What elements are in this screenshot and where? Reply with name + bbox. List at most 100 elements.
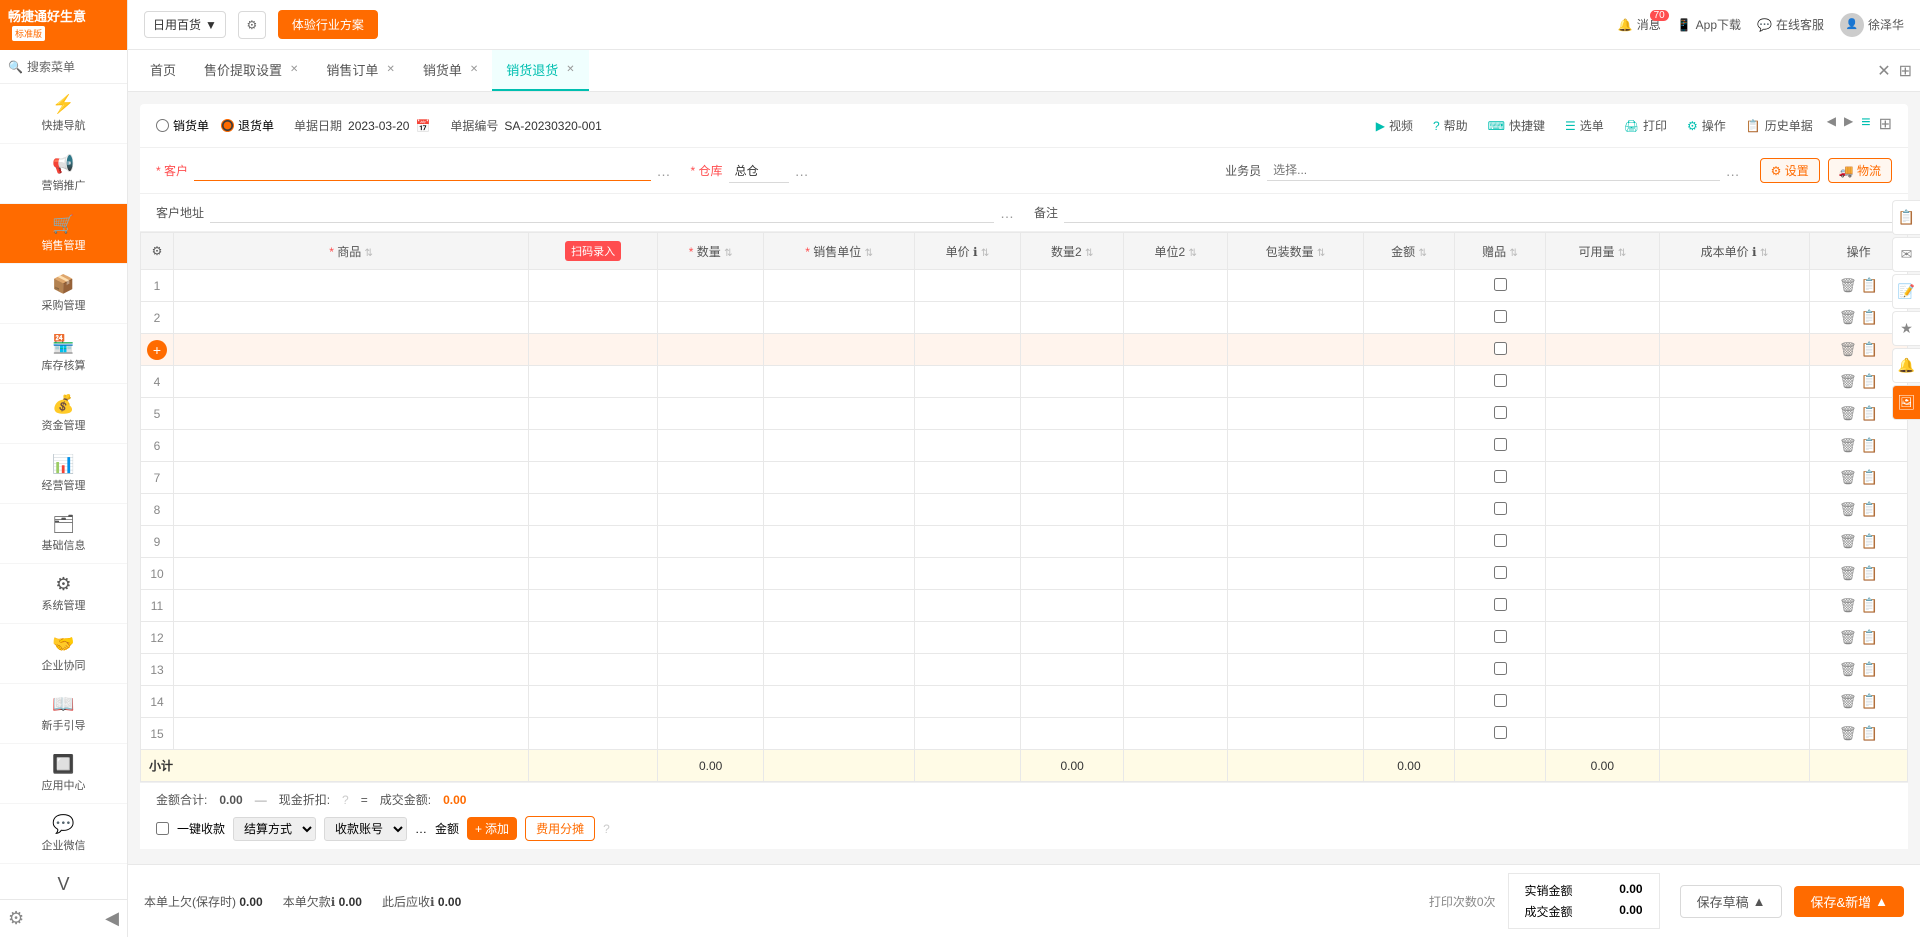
tab-sales-order-close[interactable]: ✕ xyxy=(386,64,394,75)
pack-qty-cell[interactable] xyxy=(1227,302,1363,334)
gift-checkbox[interactable] xyxy=(1494,694,1507,707)
qty2-cell[interactable] xyxy=(1020,526,1124,558)
pack-qty-cell[interactable] xyxy=(1227,430,1363,462)
sale-radio[interactable]: 销货单 xyxy=(156,117,209,134)
tab-close-all-icon[interactable]: ✕ xyxy=(1877,61,1890,81)
gift-checkbox[interactable] xyxy=(1494,470,1507,483)
qty2-cell[interactable] xyxy=(1020,462,1124,494)
unit-cell[interactable] xyxy=(764,430,915,462)
price-cell[interactable] xyxy=(915,334,1021,366)
pack-qty-cell[interactable] xyxy=(1227,590,1363,622)
tab-return-close[interactable]: ✕ xyxy=(566,64,574,75)
tab-sales-order[interactable]: 销售订单 ✕ xyxy=(312,50,408,91)
delete-icon[interactable]: 🗑 xyxy=(1839,341,1857,358)
copy-icon[interactable]: 📋 xyxy=(1861,661,1878,678)
qty-cell[interactable] xyxy=(658,366,764,398)
qty-cell[interactable] xyxy=(658,654,764,686)
copy-icon[interactable]: 📋 xyxy=(1861,565,1878,582)
gift-cell[interactable] xyxy=(1455,558,1546,590)
copy-icon[interactable]: 📋 xyxy=(1861,533,1878,550)
sidebar-item-inventory[interactable]: 🏪 库存核算 xyxy=(0,324,127,384)
address-input[interactable] xyxy=(210,202,994,223)
user-menu[interactable]: 👤 徐泽华 xyxy=(1840,13,1904,37)
qty-cell[interactable] xyxy=(658,622,764,654)
add-fee-btn[interactable]: + 添加 xyxy=(467,817,517,840)
settings-bottom-icon[interactable]: ⚙ xyxy=(8,908,24,929)
price-cell[interactable] xyxy=(915,558,1021,590)
product-cell[interactable] xyxy=(174,430,529,462)
tab-home[interactable]: 首页 xyxy=(136,50,190,91)
price-cell[interactable] xyxy=(915,686,1021,718)
sidebar-item-operations[interactable]: 📊 经营管理 xyxy=(0,444,127,504)
delete-icon[interactable]: 🗑 xyxy=(1839,501,1857,518)
gift-checkbox[interactable] xyxy=(1494,374,1507,387)
gift-checkbox[interactable] xyxy=(1494,566,1507,579)
unit-cell[interactable] xyxy=(764,654,915,686)
help-btn[interactable]: ?帮助 xyxy=(1427,114,1474,137)
price-cell[interactable] xyxy=(915,366,1021,398)
unit2-cell[interactable] xyxy=(1124,718,1228,750)
qty2-cell[interactable] xyxy=(1020,686,1124,718)
collapse-icon[interactable]: ◀ xyxy=(105,908,119,929)
unit-cell[interactable] xyxy=(764,622,915,654)
unit-cell[interactable] xyxy=(764,334,915,366)
unit2-cell[interactable] xyxy=(1124,334,1228,366)
gift-checkbox[interactable] xyxy=(1494,342,1507,355)
calendar-icon[interactable]: 📅 xyxy=(415,119,430,133)
qty-cell[interactable] xyxy=(658,462,764,494)
notification-btn[interactable]: 🔔 70 消息 xyxy=(1618,16,1661,33)
delete-icon[interactable]: 🗑 xyxy=(1839,373,1857,390)
unit-cell[interactable] xyxy=(764,398,915,430)
account-dots[interactable]: … xyxy=(415,822,427,836)
gift-cell[interactable] xyxy=(1455,590,1546,622)
product-cell[interactable] xyxy=(174,654,529,686)
pack-qty-cell[interactable] xyxy=(1227,558,1363,590)
product-cell[interactable] xyxy=(174,686,529,718)
delete-icon[interactable]: 🗑 xyxy=(1839,597,1857,614)
gift-checkbox[interactable] xyxy=(1494,630,1507,643)
gift-checkbox[interactable] xyxy=(1494,662,1507,675)
qty-cell[interactable] xyxy=(658,334,764,366)
gift-checkbox[interactable] xyxy=(1494,534,1507,547)
warehouse-dots[interactable]: … xyxy=(795,163,809,179)
qty-cell[interactable] xyxy=(658,494,764,526)
qty-cell[interactable] xyxy=(658,302,764,334)
delete-icon[interactable]: 🗑 xyxy=(1839,405,1857,422)
copy-icon[interactable]: 📋 xyxy=(1861,725,1878,742)
sidebar-item-basic[interactable]: 🗂 基础信息 xyxy=(0,504,127,564)
unit2-cell[interactable] xyxy=(1124,270,1228,302)
customer-dots[interactable]: … xyxy=(657,163,671,179)
unit-cell[interactable] xyxy=(764,270,915,302)
employee-input[interactable] xyxy=(1267,160,1720,181)
delete-icon[interactable]: 🗑 xyxy=(1839,533,1857,550)
sidebar-item-purchase[interactable]: 📦 采购管理 xyxy=(0,264,127,324)
return-radio[interactable]: 退货单 xyxy=(221,117,274,134)
col-scan[interactable]: 扫码录入 xyxy=(529,233,658,270)
product-cell[interactable] xyxy=(174,494,529,526)
app-download-btn[interactable]: 📱 App下载 xyxy=(1677,16,1741,33)
unit2-cell[interactable] xyxy=(1124,462,1228,494)
sidebar-item-quicknav[interactable]: ⚡ 快捷导航 xyxy=(0,84,127,144)
sidebar-item-wechat[interactable]: 💬 企业微信 xyxy=(0,804,127,864)
copy-icon[interactable]: 📋 xyxy=(1861,405,1878,422)
tab-price-settings[interactable]: 售价提取设置 ✕ xyxy=(190,50,312,91)
gift-cell[interactable] xyxy=(1455,334,1546,366)
pack-qty-cell[interactable] xyxy=(1227,526,1363,558)
sidebar-item-sales[interactable]: 🛒 销售管理 xyxy=(0,204,127,264)
unit-cell[interactable] xyxy=(764,494,915,526)
price-cell[interactable] xyxy=(915,302,1021,334)
product-input[interactable] xyxy=(180,342,522,357)
return-radio-input[interactable] xyxy=(221,119,234,132)
qty2-cell[interactable] xyxy=(1020,302,1124,334)
delete-icon[interactable]: 🗑 xyxy=(1839,309,1857,326)
qty2-cell[interactable] xyxy=(1020,494,1124,526)
tab-sales[interactable]: 销货单 ✕ xyxy=(409,50,492,91)
sidebar-item-apps[interactable]: 🔲 应用中心 xyxy=(0,744,127,804)
gift-cell[interactable] xyxy=(1455,430,1546,462)
qty2-cell[interactable] xyxy=(1020,270,1124,302)
product-cell[interactable] xyxy=(174,718,529,750)
gift-checkbox[interactable] xyxy=(1494,502,1507,515)
qty2-cell[interactable] xyxy=(1020,366,1124,398)
qty2-cell[interactable] xyxy=(1020,654,1124,686)
pack-qty-cell[interactable] xyxy=(1227,334,1363,366)
